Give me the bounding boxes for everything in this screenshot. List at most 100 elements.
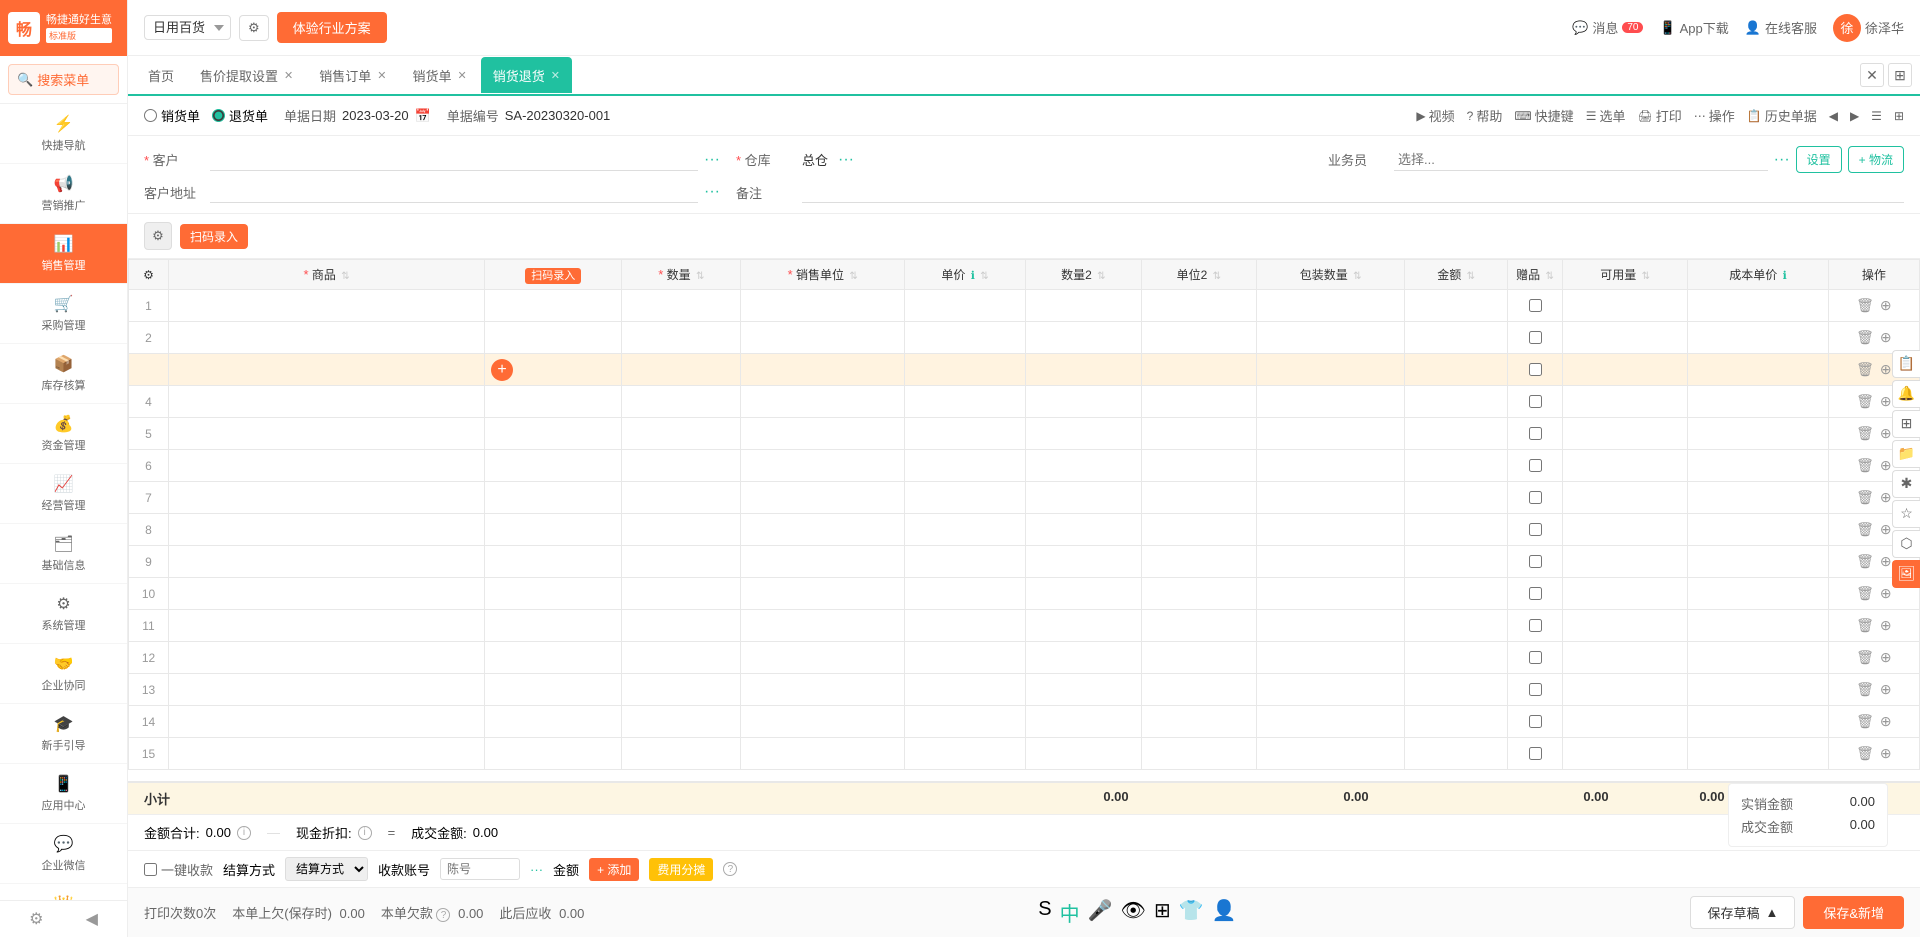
list-view-btn[interactable]: ☰: [1871, 106, 1882, 125]
settings-button[interactable]: 设置: [1796, 146, 1842, 173]
row-unit-7[interactable]: [741, 482, 905, 514]
sidebar-item-marketing[interactable]: 📢 营销推广: [0, 164, 127, 224]
row-unit-6[interactable]: [741, 450, 905, 482]
gift-checkbox-7[interactable]: [1529, 491, 1542, 504]
row-qty-15[interactable]: [622, 738, 741, 770]
row-qty2-11[interactable]: [1026, 610, 1142, 642]
tab-sales-order-close[interactable]: ✕: [377, 69, 386, 82]
gift-checkbox-8[interactable]: [1529, 523, 1542, 536]
row-unit-15[interactable]: [741, 738, 905, 770]
row-costprice-6[interactable]: [1688, 450, 1828, 482]
calendar-icon[interactable]: 📅: [415, 108, 431, 124]
row-price-11[interactable]: [905, 610, 1026, 642]
account-input[interactable]: [440, 858, 520, 880]
sidebar-item-apps[interactable]: 📱 应用中心: [0, 764, 127, 824]
row-product-2[interactable]: [169, 322, 485, 354]
one-click-payment-input[interactable]: [144, 863, 157, 876]
row-scan-9[interactable]: [485, 546, 622, 578]
row-qty2-9[interactable]: [1026, 546, 1142, 578]
print-btn[interactable]: 🖨 打印: [1637, 106, 1681, 125]
sidebar-item-finance[interactable]: 💰 资金管理: [0, 404, 127, 464]
row-gift-9[interactable]: [1508, 546, 1563, 578]
user-menu-btn[interactable]: 徐 徐泽华: [1833, 14, 1904, 42]
copy-row-icon-7[interactable]: ⊕: [1880, 489, 1892, 506]
row-available-5[interactable]: [1562, 418, 1688, 450]
row-available-8[interactable]: [1562, 514, 1688, 546]
row-price-4[interactable]: [905, 386, 1026, 418]
row-qty-2[interactable]: [622, 322, 741, 354]
row-packqty-4[interactable]: [1257, 386, 1405, 418]
row-price-6[interactable]: [905, 450, 1026, 482]
row-unit2-12[interactable]: [1141, 642, 1257, 674]
copy-row-icon-10[interactable]: ⊕: [1880, 585, 1892, 602]
row-scan-10[interactable]: [485, 578, 622, 610]
next-doc-btn[interactable]: ▶: [1850, 106, 1859, 125]
row-qty-9[interactable]: [622, 546, 741, 578]
row-unit2-2[interactable]: [1141, 322, 1257, 354]
tab-sales-order[interactable]: 销售订单 ✕: [307, 57, 398, 93]
row-packqty-2[interactable]: [1257, 322, 1405, 354]
row-unit2-11[interactable]: [1141, 610, 1257, 642]
gift-checkbox-4[interactable]: [1529, 395, 1542, 408]
gift-checkbox-10[interactable]: [1529, 587, 1542, 600]
row-qty-14[interactable]: [622, 706, 741, 738]
split-info-icon[interactable]: ?: [723, 862, 737, 876]
split-fee-btn[interactable]: 费用分摊: [649, 858, 713, 881]
row-packqty-10[interactable]: [1257, 578, 1405, 610]
sidebar-item-purchase[interactable]: 🛒 采购管理: [0, 284, 127, 344]
quick-btn-6[interactable]: ☆: [1892, 500, 1920, 528]
row-gift-14[interactable]: [1508, 706, 1563, 738]
row-product-5[interactable]: [169, 418, 485, 450]
row-scan-4[interactable]: [485, 386, 622, 418]
copy-row-icon-11[interactable]: ⊕: [1880, 617, 1892, 634]
gift-checkbox-3[interactable]: [1529, 363, 1542, 376]
row-unit-8[interactable]: [741, 514, 905, 546]
row-costprice-14[interactable]: [1688, 706, 1828, 738]
copy-row-icon-3[interactable]: ⊕: [1880, 361, 1892, 378]
shortcut-key-btn[interactable]: ⌨ 快捷键: [1514, 106, 1573, 125]
row-unit2-3[interactable]: [1141, 354, 1257, 386]
online-service-btn[interactable]: 👤 在线客服: [1745, 18, 1817, 37]
row-qty-8[interactable]: [622, 514, 741, 546]
row-scan-5[interactable]: [485, 418, 622, 450]
tab-sales-return[interactable]: 销货退货 ✕: [481, 57, 572, 93]
tab-price-settings[interactable]: 售价提取设置 ✕: [188, 57, 305, 93]
row-available-10[interactable]: [1562, 578, 1688, 610]
tab-home[interactable]: 首页: [136, 57, 186, 93]
tab-sales-delivery-close[interactable]: ✕: [458, 69, 467, 82]
select-doc-btn[interactable]: ☰ 选单: [1586, 106, 1626, 125]
calc-method-select[interactable]: 结算方式: [285, 857, 368, 881]
row-packqty-13[interactable]: [1257, 674, 1405, 706]
row-price-5[interactable]: [905, 418, 1026, 450]
row-available-15[interactable]: [1562, 738, 1688, 770]
row-gift-2[interactable]: [1508, 322, 1563, 354]
sidebar-collapse-btn[interactable]: ◀: [86, 909, 98, 929]
row-product-8[interactable]: [169, 514, 485, 546]
copy-row-icon-9[interactable]: ⊕: [1880, 553, 1892, 570]
tabs-grid-btn[interactable]: ⊞: [1888, 63, 1912, 87]
gift-checkbox-14[interactable]: [1529, 715, 1542, 728]
staff-more-icon[interactable]: ···: [1774, 151, 1790, 169]
gift-checkbox-2[interactable]: [1529, 331, 1542, 344]
row-unit2-5[interactable]: [1141, 418, 1257, 450]
row-product-7[interactable]: [169, 482, 485, 514]
row-price-13[interactable]: [905, 674, 1026, 706]
row-scan-13[interactable]: [485, 674, 622, 706]
row-amount-2[interactable]: [1405, 322, 1508, 354]
delete-row-icon-14[interactable]: 🗑: [1856, 713, 1874, 730]
row-amount-14[interactable]: [1405, 706, 1508, 738]
row-qty2-2[interactable]: [1026, 322, 1142, 354]
sidebar-item-basic[interactable]: 🗂 基础信息: [0, 524, 127, 584]
delete-row-icon-3[interactable]: 🗑: [1856, 361, 1874, 378]
sidebar-item-inventory[interactable]: 📦 库存核算: [0, 344, 127, 404]
row-available-4[interactable]: [1562, 386, 1688, 418]
row-costprice-12[interactable]: [1688, 642, 1828, 674]
total-info-icon[interactable]: i: [237, 826, 251, 840]
delete-row-icon-9[interactable]: 🗑: [1856, 553, 1874, 570]
row-available-6[interactable]: [1562, 450, 1688, 482]
row-unit-4[interactable]: [741, 386, 905, 418]
row-packqty-8[interactable]: [1257, 514, 1405, 546]
debit-info-icon[interactable]: ?: [436, 908, 450, 922]
row-gift-8[interactable]: [1508, 514, 1563, 546]
row-product-10[interactable]: [169, 578, 485, 610]
